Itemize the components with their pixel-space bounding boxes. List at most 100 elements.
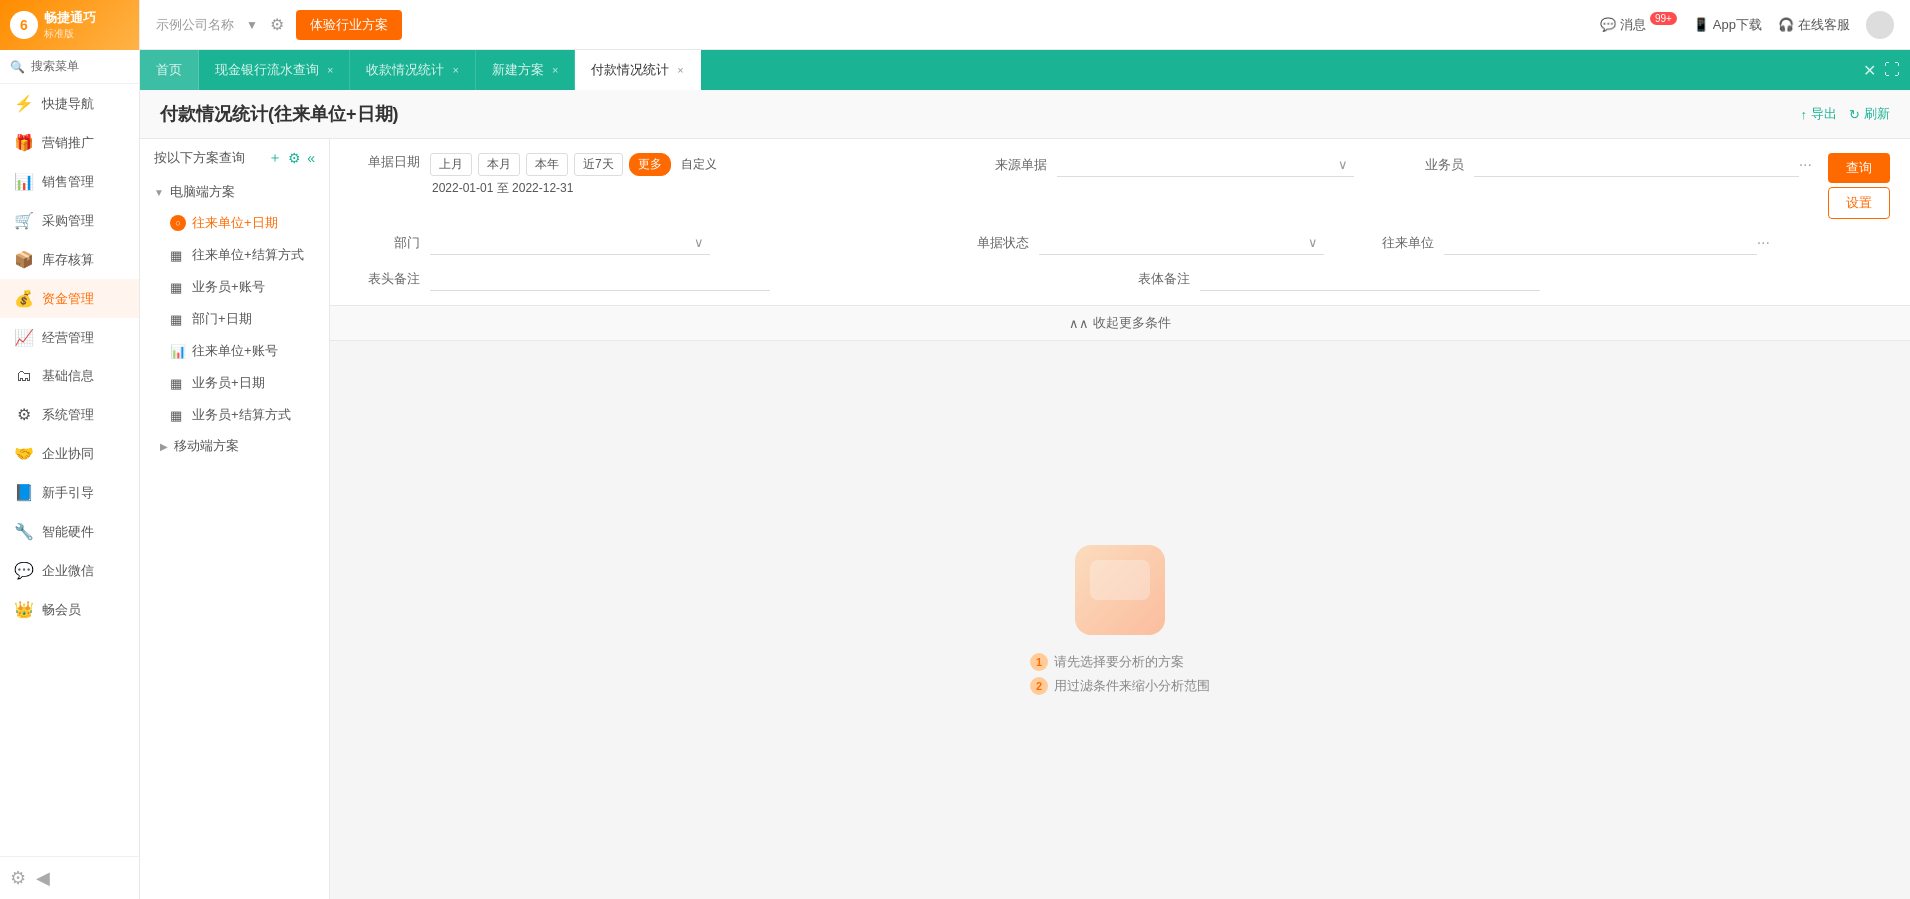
scheme-item-counterpart-date[interactable]: ○ 往来单位+日期: [140, 207, 329, 239]
filter-cell-date: 单据日期 上月 本月 本年 近7天 更多 自定义 20: [350, 153, 977, 197]
trial-button[interactable]: 体验行业方案: [296, 10, 402, 40]
collapse-panel-icon[interactable]: «: [307, 150, 315, 166]
sidebar-item-collaboration[interactable]: 🤝 企业协同: [0, 434, 139, 473]
salesperson-input[interactable]: [1474, 153, 1798, 177]
sidebar-header: 6 畅捷通巧 标准版: [0, 0, 139, 50]
header-remark-input[interactable]: [430, 267, 770, 291]
scheme-item-label-6: 业务员+结算方式: [192, 406, 291, 424]
body-remark-input[interactable]: [1200, 267, 1540, 291]
scheme-grid-icon-2: ▦: [170, 280, 186, 295]
empty-tip-1: 1 请先选择要分析的方案: [1030, 653, 1210, 671]
tab-bank-close[interactable]: ×: [327, 64, 333, 76]
tab-receipt-close[interactable]: ×: [452, 64, 458, 76]
scheme-item-label-5: 业务员+日期: [192, 374, 265, 392]
salesperson-dots[interactable]: ···: [1799, 156, 1812, 174]
sidebar-item-wechat[interactable]: 💬 企业微信: [0, 551, 139, 590]
member-icon: 👑: [14, 600, 34, 619]
finance-icon: 💰: [14, 289, 34, 308]
sidebar-item-quicknav[interactable]: ⚡ 快捷导航: [0, 84, 139, 123]
tab-newscheme[interactable]: 新建方案 ×: [476, 50, 575, 90]
dept-label: 部门: [350, 234, 430, 252]
scheme-item-counterpart-settle[interactable]: ▦ 往来单位+结算方式: [140, 239, 329, 271]
filter-row-1: 单据日期 上月 本月 本年 近7天 更多 自定义 20: [350, 153, 1890, 219]
sidebar-item-purchase[interactable]: 🛒 采购管理: [0, 201, 139, 240]
body-remark-label: 表体备注: [1120, 270, 1200, 288]
hardware-icon: 🔧: [14, 522, 34, 541]
tab-payment-close[interactable]: ×: [677, 64, 683, 76]
source-select[interactable]: ∨: [1057, 153, 1355, 177]
scheme-item-salesperson-account[interactable]: ▦ 业务员+账号: [140, 271, 329, 303]
collapse-label: 收起更多条件: [1093, 314, 1171, 332]
scheme-item-label-4: 往来单位+账号: [192, 342, 278, 360]
date-btn-more[interactable]: 更多: [629, 153, 671, 176]
filter-row-3: 表头备注 表体备注: [350, 267, 1890, 291]
export-button[interactable]: ↑ 导出: [1801, 105, 1838, 123]
tab-bank[interactable]: 现金银行流水查询 ×: [199, 50, 350, 90]
collapse-sidebar-icon[interactable]: ◀: [36, 867, 50, 889]
scheme-category-desktop[interactable]: ▼ 电脑端方案: [140, 177, 329, 207]
sales-icon: 📊: [14, 172, 34, 191]
counterpart-dots[interactable]: ···: [1757, 234, 1770, 252]
sidebar-item-sales[interactable]: 📊 销售管理: [0, 162, 139, 201]
counterpart-input[interactable]: [1444, 231, 1756, 255]
docstatus-select[interactable]: ∨: [1039, 231, 1325, 255]
tab-expand-icon[interactable]: ⛶: [1884, 61, 1900, 79]
date-btn-this-year[interactable]: 本年: [526, 153, 568, 176]
sidebar-item-guide[interactable]: 📘 新手引导: [0, 473, 139, 512]
sidebar-item-system[interactable]: ⚙ 系统管理: [0, 395, 139, 434]
dept-select-arrow: ∨: [694, 235, 704, 250]
sidebar-search-item[interactable]: 🔍 搜索菜单: [0, 50, 139, 84]
tab-payment[interactable]: 付款情况统计 ×: [575, 50, 700, 90]
sales-label: 销售管理: [42, 173, 94, 191]
date-btn-this-month[interactable]: 本月: [478, 153, 520, 176]
date-btn-last-month[interactable]: 上月: [430, 153, 472, 176]
tab-home[interactable]: 首页: [140, 50, 199, 90]
scheme-item-dept-date[interactable]: ▦ 部门+日期: [140, 303, 329, 335]
settings-gear-icon[interactable]: ⚙: [10, 867, 26, 889]
left-panel-header: 按以下方案查询 ＋ ⚙ «: [140, 139, 329, 177]
company-dropdown-icon[interactable]: ▼: [246, 18, 258, 32]
collapse-button[interactable]: ∧∧ 收起更多条件: [1069, 314, 1171, 332]
scheme-chart-icon: 📊: [170, 344, 186, 359]
wechat-label: 企业微信: [42, 562, 94, 580]
scheme-item-counterpart-account[interactable]: 📊 往来单位+账号: [140, 335, 329, 367]
settings-button[interactable]: 设置: [1828, 187, 1890, 219]
user-avatar[interactable]: [1866, 11, 1894, 39]
sidebar-item-marketing[interactable]: 🎁 营销推广: [0, 123, 139, 162]
sidebar-item-inventory[interactable]: 📦 库存核算: [0, 240, 139, 279]
filter-cell-counterpart: 往来单位 ···: [1364, 231, 1770, 255]
add-scheme-icon[interactable]: ＋: [268, 149, 282, 167]
sidebar-item-operations[interactable]: 📈 经营管理: [0, 318, 139, 357]
online-service-btn[interactable]: 🎧 在线客服: [1778, 16, 1850, 34]
date-label: 单据日期: [350, 153, 430, 171]
tab-close-all-icon[interactable]: ✕: [1863, 61, 1876, 80]
filter-cell-salesperson: 业务员 ···: [1394, 153, 1812, 177]
scheme-category-mobile[interactable]: ▶ 移动端方案: [140, 431, 329, 461]
operations-label: 经营管理: [42, 329, 94, 347]
sidebar-nav: ⚡ 快捷导航 🎁 营销推广 📊 销售管理 🛒 采购管理 📦 库存核算 💰 资金管…: [0, 84, 139, 856]
sidebar-item-member[interactable]: 👑 畅会员: [0, 590, 139, 629]
sidebar-item-hardware[interactable]: 🔧 智能硬件: [0, 512, 139, 551]
tab-newscheme-close[interactable]: ×: [552, 64, 558, 76]
filter-cell-dept: 部门 ∨: [350, 231, 959, 255]
dept-select[interactable]: ∨: [430, 231, 710, 255]
system-icon: ⚙: [14, 405, 34, 424]
manage-scheme-icon[interactable]: ⚙: [288, 150, 301, 166]
tab-receipt-label: 收款情况统计: [366, 61, 444, 79]
refresh-button[interactable]: ↻ 刷新: [1849, 105, 1890, 123]
scheme-grid-icon-5: ▦: [170, 376, 186, 391]
date-btn-7days[interactable]: 近7天: [574, 153, 623, 176]
docstatus-label: 单据状态: [959, 234, 1039, 252]
scheme-item-salesperson-date[interactable]: ▦ 业务员+日期: [140, 367, 329, 399]
tab-receipt[interactable]: 收款情况统计 ×: [350, 50, 475, 90]
sidebar-item-baseinfo[interactable]: 🗂 基础信息: [0, 357, 139, 395]
topbar-settings-icon[interactable]: ⚙: [270, 15, 284, 34]
app-download-btn[interactable]: 📱 App下载: [1693, 16, 1762, 34]
salesperson-label: 业务员: [1394, 156, 1474, 174]
purchase-label: 采购管理: [42, 212, 94, 230]
scheme-item-salesperson-settle[interactable]: ▦ 业务员+结算方式: [140, 399, 329, 431]
sidebar-item-finance[interactable]: 💰 资金管理: [0, 279, 139, 318]
messages-btn[interactable]: 💬 消息 99+: [1600, 16, 1677, 34]
query-button[interactable]: 查询: [1828, 153, 1890, 183]
tabbar-actions: ✕ ⛶: [1853, 50, 1910, 90]
